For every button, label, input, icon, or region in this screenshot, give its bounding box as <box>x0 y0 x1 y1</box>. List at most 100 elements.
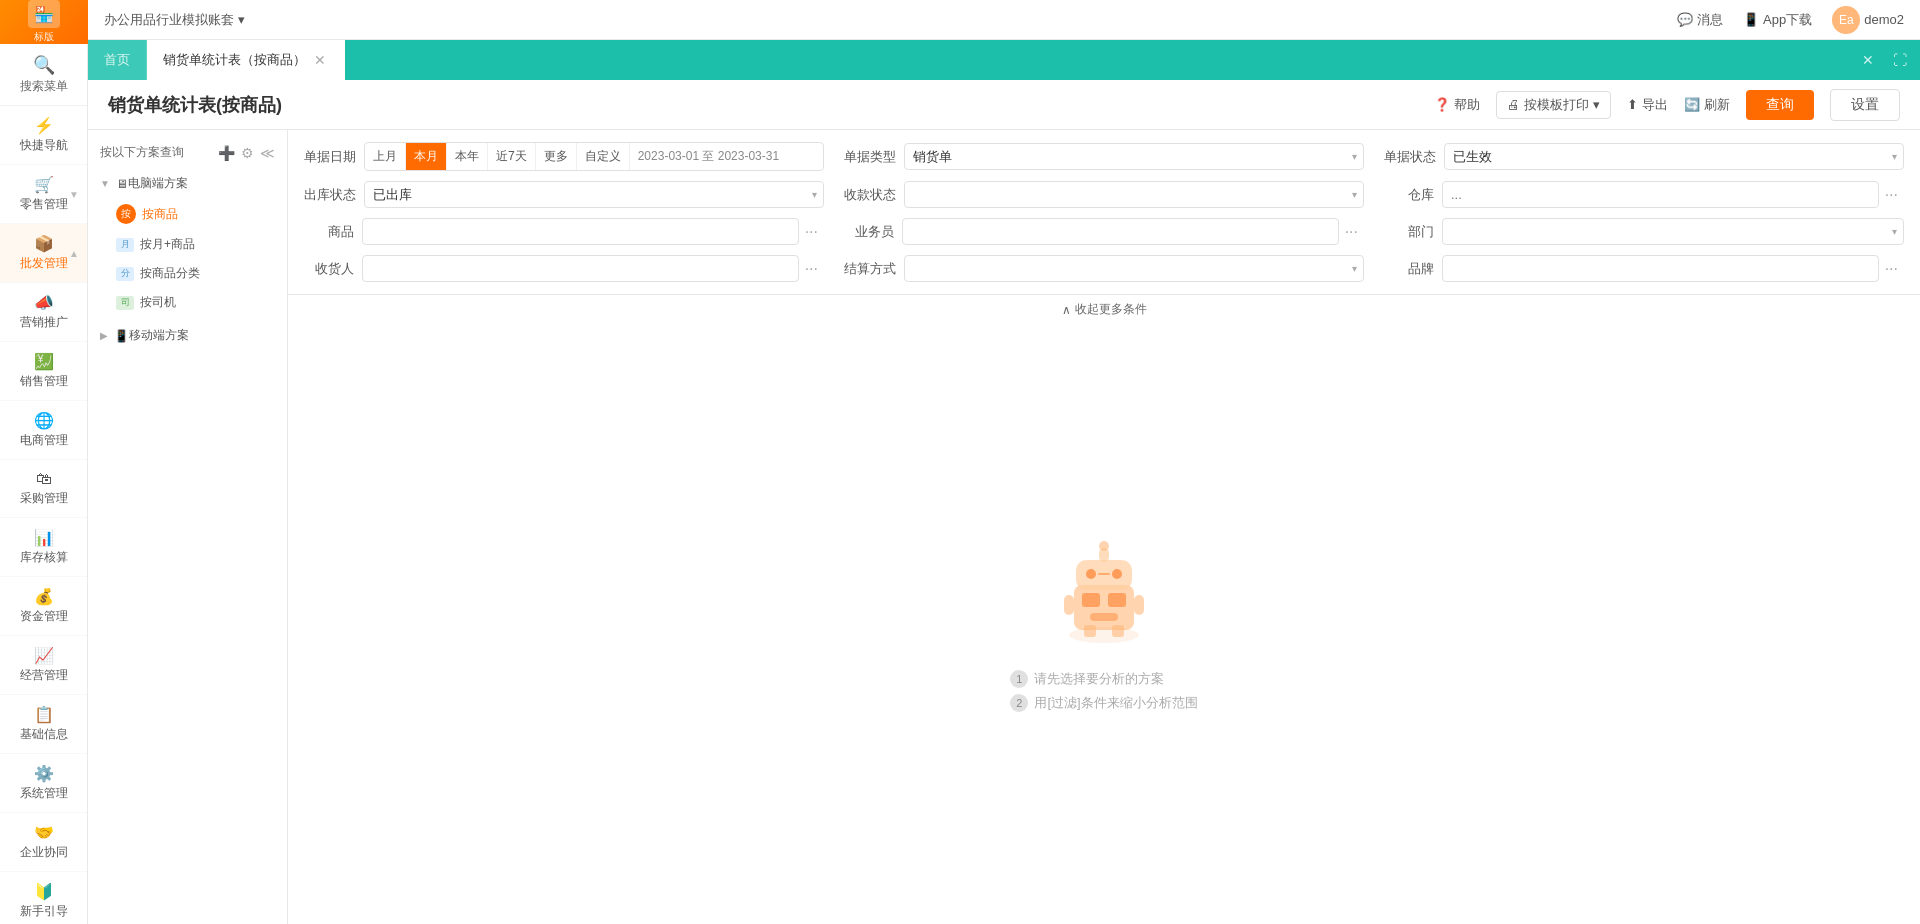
logo-icon: 🏪 <box>28 0 60 28</box>
sidebar-item-inventory[interactable]: 📊 库存核算 <box>0 518 87 577</box>
refresh-btn[interactable]: 🔄 刷新 <box>1684 96 1730 114</box>
print-btn[interactable]: 🖨 按模板打印 ▾ <box>1496 91 1611 119</box>
header-left: 办公用品行业模拟账套 ▾ <box>104 11 245 29</box>
receipt-status-select[interactable] <box>905 182 1363 207</box>
date-btn-this-month[interactable]: 本月 <box>406 143 447 170</box>
tab-home[interactable]: 首页 <box>88 40 147 80</box>
date-btn-7days[interactable]: 近7天 <box>488 143 536 170</box>
receiver-input[interactable] <box>362 255 799 282</box>
app-logo[interactable]: 🏪 标版 <box>0 0 88 44</box>
scheme-by-category-icon: 分 <box>116 267 134 281</box>
warehouse-status-select[interactable]: 已出库 <box>365 182 823 207</box>
tab-sales-stat[interactable]: 销货单统计表（按商品） ✕ <box>147 40 345 80</box>
scheme-panel: 按以下方案查询 ➕ ⚙ ≪ ▼ 🖥 电脑端方案 按 <box>88 130 288 924</box>
scheme-item-by-category[interactable]: 分 按商品分类 <box>88 259 287 288</box>
svg-point-11 <box>1112 569 1122 579</box>
date-btn-custom[interactable]: 自定义 <box>577 143 630 170</box>
settings-button[interactable]: 设置 <box>1830 89 1900 121</box>
tab-close-icon[interactable]: ✕ <box>312 51 328 69</box>
export-label: 导出 <box>1642 96 1668 114</box>
warehouse-dots-btn[interactable]: ··· <box>1879 186 1904 204</box>
warehouse-status-select-wrapper[interactable]: 已出库 ▾ <box>364 181 824 208</box>
date-label: 单据日期 <box>304 148 356 166</box>
tab-close-window-btn[interactable]: ✕ <box>1856 48 1880 72</box>
inventory-label: 库存核算 <box>20 549 68 566</box>
sidebar-item-finance[interactable]: 💰 资金管理 <box>0 577 87 636</box>
product-dots-btn[interactable]: ··· <box>799 223 824 241</box>
scheme-group-desktop-label: 电脑端方案 <box>128 175 188 192</box>
sidebar-item-system[interactable]: ⚙️ 系统管理 <box>0 754 87 813</box>
salesperson-dots-btn[interactable]: ··· <box>1339 223 1364 241</box>
doc-type-select[interactable]: 销货单 <box>905 144 1363 169</box>
product-input[interactable] <box>362 218 799 245</box>
operations-icon: 📈 <box>34 646 54 665</box>
user-profile-btn[interactable]: Ea demo2 <box>1832 6 1904 34</box>
messages-label: 消息 <box>1697 11 1723 29</box>
content-with-sidebar: 按以下方案查询 ➕ ⚙ ≪ ▼ 🖥 电脑端方案 按 <box>88 130 1920 924</box>
sidebar-item-ecommerce[interactable]: 🌐 电商管理 <box>0 401 87 460</box>
tab-maximize-btn[interactable]: ⛶ <box>1888 48 1912 72</box>
svg-rect-1 <box>1074 585 1134 630</box>
sidebar-item-basic[interactable]: 📋 基础信息 <box>0 695 87 754</box>
scheme-collapse-btn[interactable]: ≪ <box>260 145 275 161</box>
scheme-settings-btn[interactable]: ⚙ <box>241 145 254 161</box>
scheme-by-category-label: 按商品分类 <box>140 265 200 282</box>
enterprise-icon: 🤝 <box>34 823 54 842</box>
brand-input[interactable] <box>1442 255 1879 282</box>
doc-status-select[interactable]: 已生效 <box>1445 144 1903 169</box>
query-button[interactable]: 查询 <box>1746 90 1814 120</box>
svg-rect-8 <box>1112 625 1124 637</box>
sidebar-item-retail[interactable]: 🛒 零售管理 ▼ <box>0 165 87 224</box>
salesperson-input[interactable] <box>902 218 1339 245</box>
export-btn[interactable]: ⬆ 导出 <box>1627 96 1668 114</box>
brand-dots-btn[interactable]: ··· <box>1879 260 1904 278</box>
app-download-btn[interactable]: 📱 App下载 <box>1743 11 1812 29</box>
scheme-item-by-month-product[interactable]: 月 按月+商品 <box>88 230 287 259</box>
date-period-selector[interactable]: 上月 本月 本年 近7天 更多 自定义 2023-03-01 至 2023-03… <box>364 142 824 171</box>
messages-btn[interactable]: 💬 消息 <box>1677 11 1723 29</box>
receipt-status-select-wrapper[interactable]: ▾ <box>904 181 1364 208</box>
filter-form: 单据日期 上月 本月 本年 近7天 更多 自定义 2023-03-01 至 20… <box>288 130 1920 295</box>
sidebar-item-operations[interactable]: 📈 经营管理 <box>0 636 87 695</box>
sidebar-item-enterprise[interactable]: 🤝 企业协同 <box>0 813 87 872</box>
date-btn-last-month[interactable]: 上月 <box>365 143 406 170</box>
search-icon: 🔍 <box>33 54 55 76</box>
department-select-wrapper[interactable]: ▾ <box>1442 218 1904 245</box>
scheme-item-by-product[interactable]: 按 按商品 <box>88 198 287 230</box>
sidebar-item-shortcuts[interactable]: ⚡ 快捷导航 <box>0 106 87 165</box>
payment-select-wrapper[interactable]: ▾ <box>904 255 1364 282</box>
collapse-btn[interactable]: ∧ 收起更多条件 <box>288 295 1920 324</box>
sidebar-search[interactable]: 🔍 搜索菜单 <box>0 44 87 106</box>
industry-selector[interactable]: 办公用品行业模拟账套 ▾ <box>104 11 245 29</box>
logo-label: 标版 <box>34 30 54 44</box>
svg-rect-6 <box>1134 595 1144 615</box>
date-btn-this-year[interactable]: 本年 <box>447 143 488 170</box>
receiver-dots-btn[interactable]: ··· <box>799 260 824 278</box>
empty-illustration <box>1044 530 1164 650</box>
sidebar: 🏪 标版 🔍 搜索菜单 ⚡ 快捷导航 🛒 零售管理 ▼ 📦 批发管理 ▲ 📣 营… <box>0 0 88 924</box>
sidebar-item-guide[interactable]: 🔰 新手引导 <box>0 872 87 924</box>
app-download-label: App下载 <box>1763 11 1812 29</box>
department-select[interactable] <box>1443 219 1903 244</box>
scheme-group-mobile-title[interactable]: ▶ 📱 移动端方案 <box>88 321 287 350</box>
svg-point-14 <box>1099 541 1109 551</box>
sidebar-item-marketing[interactable]: 📣 营销推广 <box>0 283 87 342</box>
sidebar-item-sales[interactable]: 💹 销售管理 <box>0 342 87 401</box>
scheme-group-mobile-arrow: ▶ <box>100 330 108 341</box>
doc-status-select-wrapper[interactable]: 已生效 ▾ <box>1444 143 1904 170</box>
scheme-group-desktop-title[interactable]: ▼ 🖥 电脑端方案 <box>88 169 287 198</box>
warehouse-input[interactable] <box>1442 181 1879 208</box>
messages-icon: 💬 <box>1677 12 1693 27</box>
doc-type-select-wrapper[interactable]: 销货单 ▾ <box>904 143 1364 170</box>
help-btn[interactable]: ❓ 帮助 <box>1434 96 1480 114</box>
date-btn-more[interactable]: 更多 <box>536 143 577 170</box>
enterprise-label: 企业协同 <box>20 844 68 861</box>
scheme-item-by-driver[interactable]: 司 按司机 <box>88 288 287 317</box>
sidebar-item-wholesale[interactable]: 📦 批发管理 ▲ <box>0 224 87 283</box>
payment-select[interactable] <box>905 256 1363 281</box>
header-right: 💬 消息 📱 App下载 Ea demo2 <box>1677 6 1904 34</box>
sidebar-item-purchase[interactable]: 🛍 采购管理 <box>0 460 87 518</box>
department-label: 部门 <box>1384 223 1434 241</box>
page-actions: ❓ 帮助 🖨 按模板打印 ▾ ⬆ 导出 🔄 刷新 查询 设置 <box>1434 89 1900 121</box>
scheme-add-btn[interactable]: ➕ <box>218 145 235 161</box>
